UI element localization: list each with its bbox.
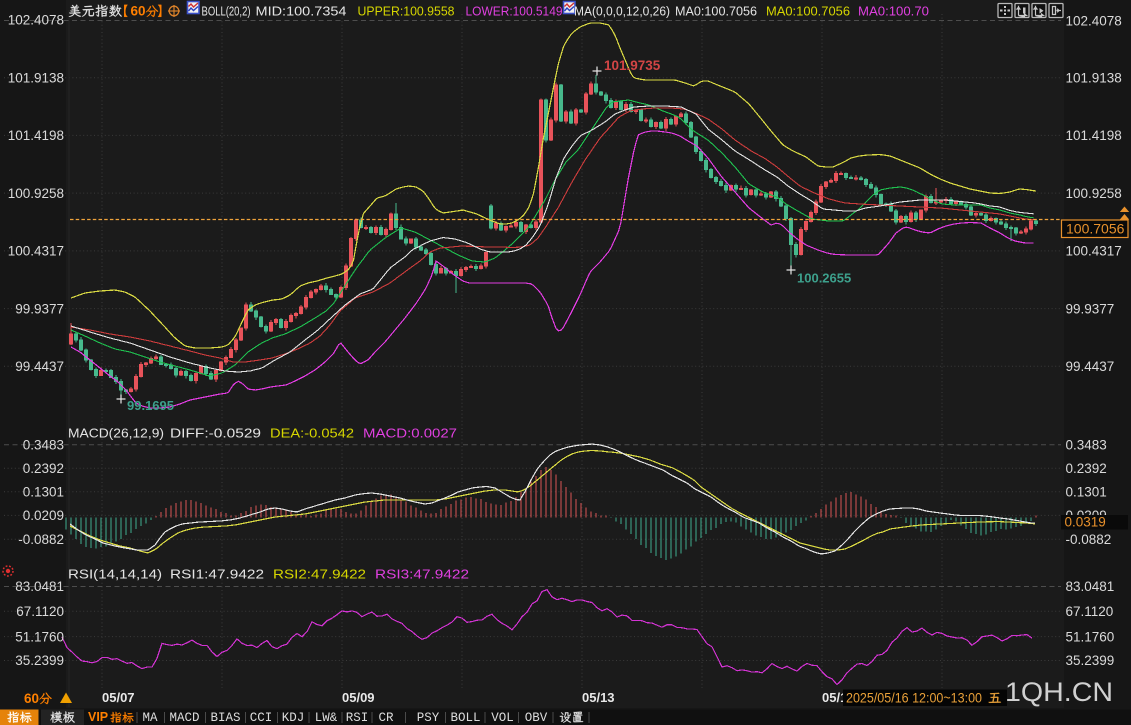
svg-text:VIP: VIP	[88, 710, 108, 724]
svg-text:35.2399: 35.2399	[15, 653, 64, 668]
svg-text:102.4078: 102.4078	[8, 13, 64, 28]
svg-text:RSI(14,14,14): RSI(14,14,14)	[68, 568, 162, 582]
svg-text:-0.0882: -0.0882	[1066, 532, 1112, 547]
svg-text:99.1695: 99.1695	[127, 398, 174, 413]
svg-text:101.9735: 101.9735	[604, 58, 661, 73]
svg-text:0.0319: 0.0319	[1065, 515, 1106, 530]
svg-text:VOL: VOL	[491, 711, 514, 725]
svg-text:MA0:100.7056: MA0:100.7056	[675, 5, 757, 19]
svg-text:102.4078: 102.4078	[1066, 14, 1122, 29]
svg-text:MACD:0.0027: MACD:0.0027	[363, 427, 457, 441]
svg-text:101.9138: 101.9138	[1066, 70, 1122, 85]
svg-text:KDJ: KDJ	[282, 711, 305, 725]
svg-text:0.3483: 0.3483	[1066, 438, 1107, 453]
svg-text:0.3483: 0.3483	[23, 438, 64, 453]
svg-text:MA0:100.70: MA0:100.70	[858, 5, 929, 19]
svg-text:100.4317: 100.4317	[1066, 244, 1122, 259]
svg-text:0.1301: 0.1301	[1066, 485, 1107, 500]
svg-text:RSI3:47.9422: RSI3:47.9422	[375, 568, 469, 582]
svg-text:100.2655: 100.2655	[797, 271, 851, 286]
svg-text:MA: MA	[142, 711, 158, 725]
svg-text:101.4198: 101.4198	[1066, 128, 1122, 143]
svg-text:LOWER:100.5149: LOWER:100.5149	[466, 5, 563, 19]
svg-text:83.0481: 83.0481	[15, 579, 64, 594]
svg-text:RSI: RSI	[346, 711, 369, 725]
svg-text:101.4198: 101.4198	[8, 128, 64, 143]
svg-text:CCI: CCI	[250, 711, 273, 725]
svg-text:60: 60	[24, 691, 39, 706]
svg-text:DEA:-0.0542: DEA:-0.0542	[270, 427, 354, 441]
svg-text:LW&: LW&	[315, 711, 338, 725]
svg-text:-0.0882: -0.0882	[18, 532, 64, 547]
svg-text:51.1760: 51.1760	[15, 629, 64, 644]
svg-text:05/13: 05/13	[582, 690, 615, 705]
svg-text:67.1120: 67.1120	[1066, 604, 1114, 619]
svg-text:99.4437: 99.4437	[15, 359, 64, 374]
svg-text:DIFF:-0.0529: DIFF:-0.0529	[170, 427, 261, 441]
svg-text:100.9258: 100.9258	[1066, 186, 1122, 201]
svg-text:99.4437: 99.4437	[1066, 359, 1115, 374]
svg-text:RSI2:47.9422: RSI2:47.9422	[273, 568, 366, 582]
svg-text:CR: CR	[378, 711, 394, 725]
svg-text:RSI1:47.9422: RSI1:47.9422	[170, 568, 264, 582]
svg-text:83.0481: 83.0481	[1066, 579, 1115, 594]
svg-text:60: 60	[131, 4, 146, 19]
svg-text:BOLL: BOLL	[450, 711, 480, 725]
svg-text:MACD(26,12,9): MACD(26,12,9)	[68, 427, 164, 441]
svg-text:MA0:100.7056: MA0:100.7056	[766, 5, 850, 19]
svg-text:51.1760: 51.1760	[1066, 629, 1115, 644]
svg-text:100.7056: 100.7056	[1066, 221, 1125, 237]
svg-text:BOLL(20,2): BOLL(20,2)	[202, 5, 251, 19]
svg-text:2025/05/16 12:00~13:00: 2025/05/16 12:00~13:00	[846, 691, 982, 706]
svg-text:MA(0,0,0,12,0,26): MA(0,0,0,12,0,26)	[574, 5, 670, 19]
svg-text:100.9258: 100.9258	[8, 186, 64, 201]
svg-text:0.1301: 0.1301	[23, 485, 64, 500]
svg-text:0.2392: 0.2392	[23, 461, 64, 476]
svg-text:67.1120: 67.1120	[16, 604, 64, 619]
svg-text:MACD: MACD	[169, 711, 199, 725]
svg-text:35.2399: 35.2399	[1066, 653, 1115, 668]
svg-text:101.9138: 101.9138	[8, 70, 64, 85]
svg-text:0.0209: 0.0209	[23, 508, 64, 523]
svg-text:PSY: PSY	[417, 711, 440, 725]
svg-text:OBV: OBV	[525, 711, 548, 725]
svg-text:100.4317: 100.4317	[8, 244, 64, 259]
svg-text:05/07: 05/07	[102, 690, 135, 705]
svg-text:05/09: 05/09	[342, 690, 375, 705]
svg-text:1QH.CN: 1QH.CN	[1005, 677, 1113, 707]
svg-text:99.9377: 99.9377	[15, 301, 64, 316]
svg-text:BIAS: BIAS	[210, 711, 240, 725]
svg-text:UPPER:100.9558: UPPER:100.9558	[358, 5, 455, 19]
svg-text:99.9377: 99.9377	[1066, 301, 1115, 316]
svg-text:0.2392: 0.2392	[1066, 461, 1107, 476]
svg-text:MID:100.7354: MID:100.7354	[256, 5, 347, 19]
